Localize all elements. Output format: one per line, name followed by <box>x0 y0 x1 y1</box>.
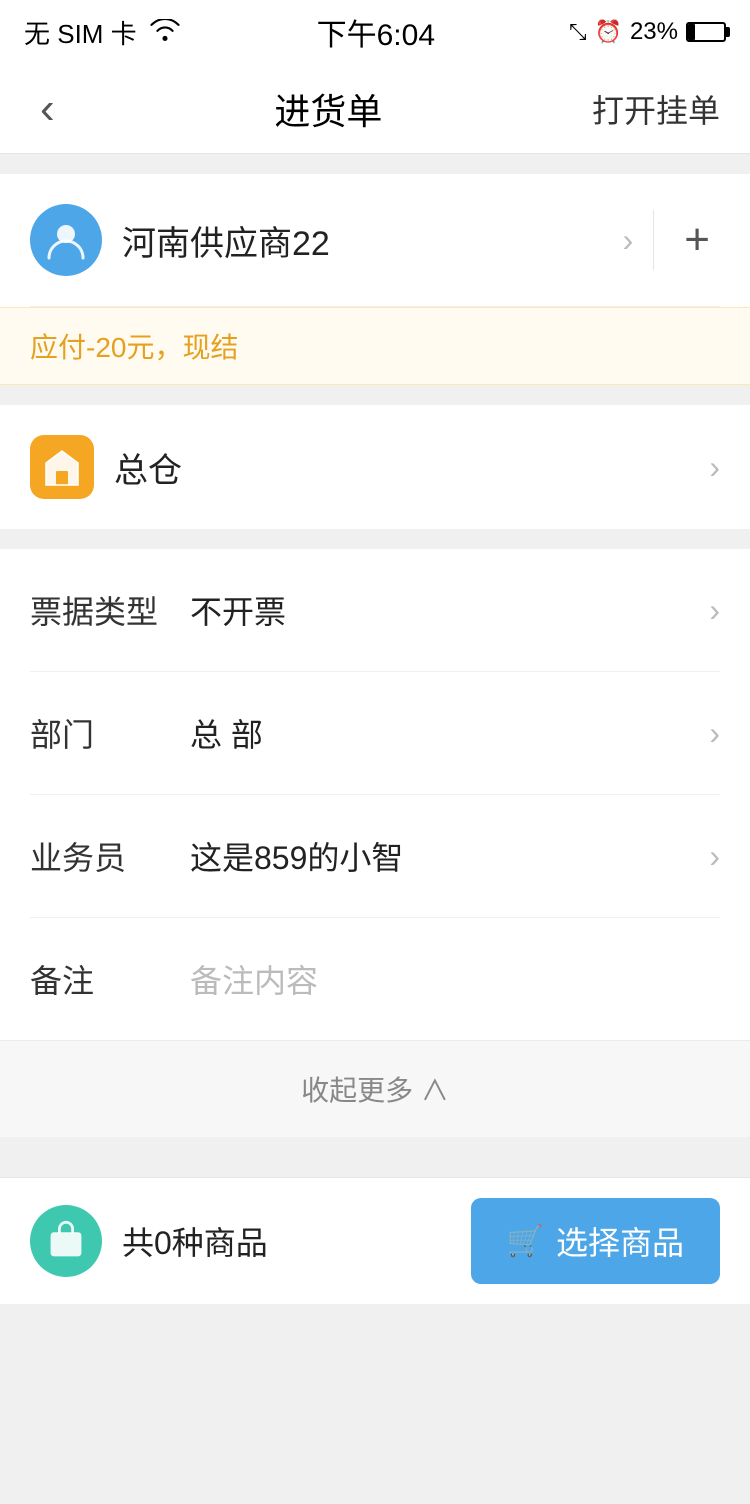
carrier-text: 无 SIM 卡 <box>24 14 137 51</box>
location-icon: ⤡ <box>569 19 587 45</box>
alarm-icon: ⏰ <box>595 19 622 45</box>
status-left: 无 SIM 卡 <box>24 14 183 51</box>
supplier-section: 河南供应商22 › + <box>0 174 750 307</box>
collapse-toggle[interactable]: 收起更多 ∧ <box>0 1040 750 1137</box>
open-pending-button[interactable]: 打开挂单 <box>592 86 720 132</box>
status-time: 下午6:04 <box>317 10 435 54</box>
warehouse-chevron-icon: › <box>709 449 720 486</box>
product-icon-wrap <box>30 1205 102 1277</box>
section-gap-1 <box>0 154 750 174</box>
supplier-avatar <box>30 204 102 276</box>
battery-text: 23% <box>630 18 678 46</box>
page-title: 进货单 <box>274 83 382 135</box>
department-chevron-icon: › <box>709 715 720 752</box>
supplier-row[interactable]: 河南供应商22 › + <box>30 174 720 307</box>
select-icon: 🛒 <box>507 1224 544 1259</box>
remark-row[interactable]: 备注 备注内容 <box>30 917 720 1040</box>
remark-label: 备注 <box>30 956 170 1002</box>
salesman-chevron-icon: › <box>709 838 720 875</box>
warehouse-name: 总仓 <box>114 443 709 492</box>
department-value: 总 部 <box>170 710 709 756</box>
department-label: 部门 <box>30 710 170 756</box>
salesman-row[interactable]: 业务员 这是859的小智 › <box>30 794 720 917</box>
form-section: 票据类型 不开票 › 部门 总 部 › 业务员 这是859的小智 › 备注 备注… <box>0 549 750 1040</box>
section-gap-4 <box>0 1137 750 1157</box>
nav-bar: ‹ 进货单 打开挂单 <box>0 64 750 154</box>
invoice-row[interactable]: 票据类型 不开票 › <box>30 549 720 671</box>
warehouse-icon-wrap <box>30 435 94 499</box>
bottom-bar: 共0种商品 🛒 选择商品 <box>0 1177 750 1304</box>
product-count: 共0种商品 <box>122 1218 471 1264</box>
warehouse-section[interactable]: 总仓 › <box>0 405 750 529</box>
status-right: ⤡ ⏰ 23% <box>569 18 726 46</box>
wifi-icon <box>147 17 183 48</box>
salesman-label: 业务员 <box>30 833 170 879</box>
notice-banner: 应付-20元，现结 <box>0 307 750 385</box>
add-button[interactable]: + <box>674 215 720 265</box>
remark-placeholder[interactable]: 备注内容 <box>170 956 720 1002</box>
warehouse-row[interactable]: 总仓 › <box>30 405 720 529</box>
supplier-chevron-icon: › <box>623 222 634 259</box>
page-background <box>0 1304 750 1504</box>
status-bar: 无 SIM 卡 下午6:04 ⤡ ⏰ 23% <box>0 0 750 64</box>
salesman-value: 这是859的小智 <box>170 833 709 879</box>
invoice-chevron-icon: › <box>709 592 720 629</box>
select-label: 选择商品 <box>556 1218 684 1264</box>
department-row[interactable]: 部门 总 部 › <box>30 671 720 794</box>
section-gap-2 <box>0 385 750 405</box>
select-product-button[interactable]: 🛒 选择商品 <box>471 1198 720 1284</box>
supplier-name: 河南供应商22 <box>122 216 623 265</box>
divider <box>653 210 654 270</box>
invoice-label: 票据类型 <box>30 587 170 633</box>
battery-icon <box>686 22 726 42</box>
back-button[interactable]: ‹ <box>30 74 65 144</box>
invoice-value: 不开票 <box>170 587 709 633</box>
section-gap-3 <box>0 529 750 549</box>
